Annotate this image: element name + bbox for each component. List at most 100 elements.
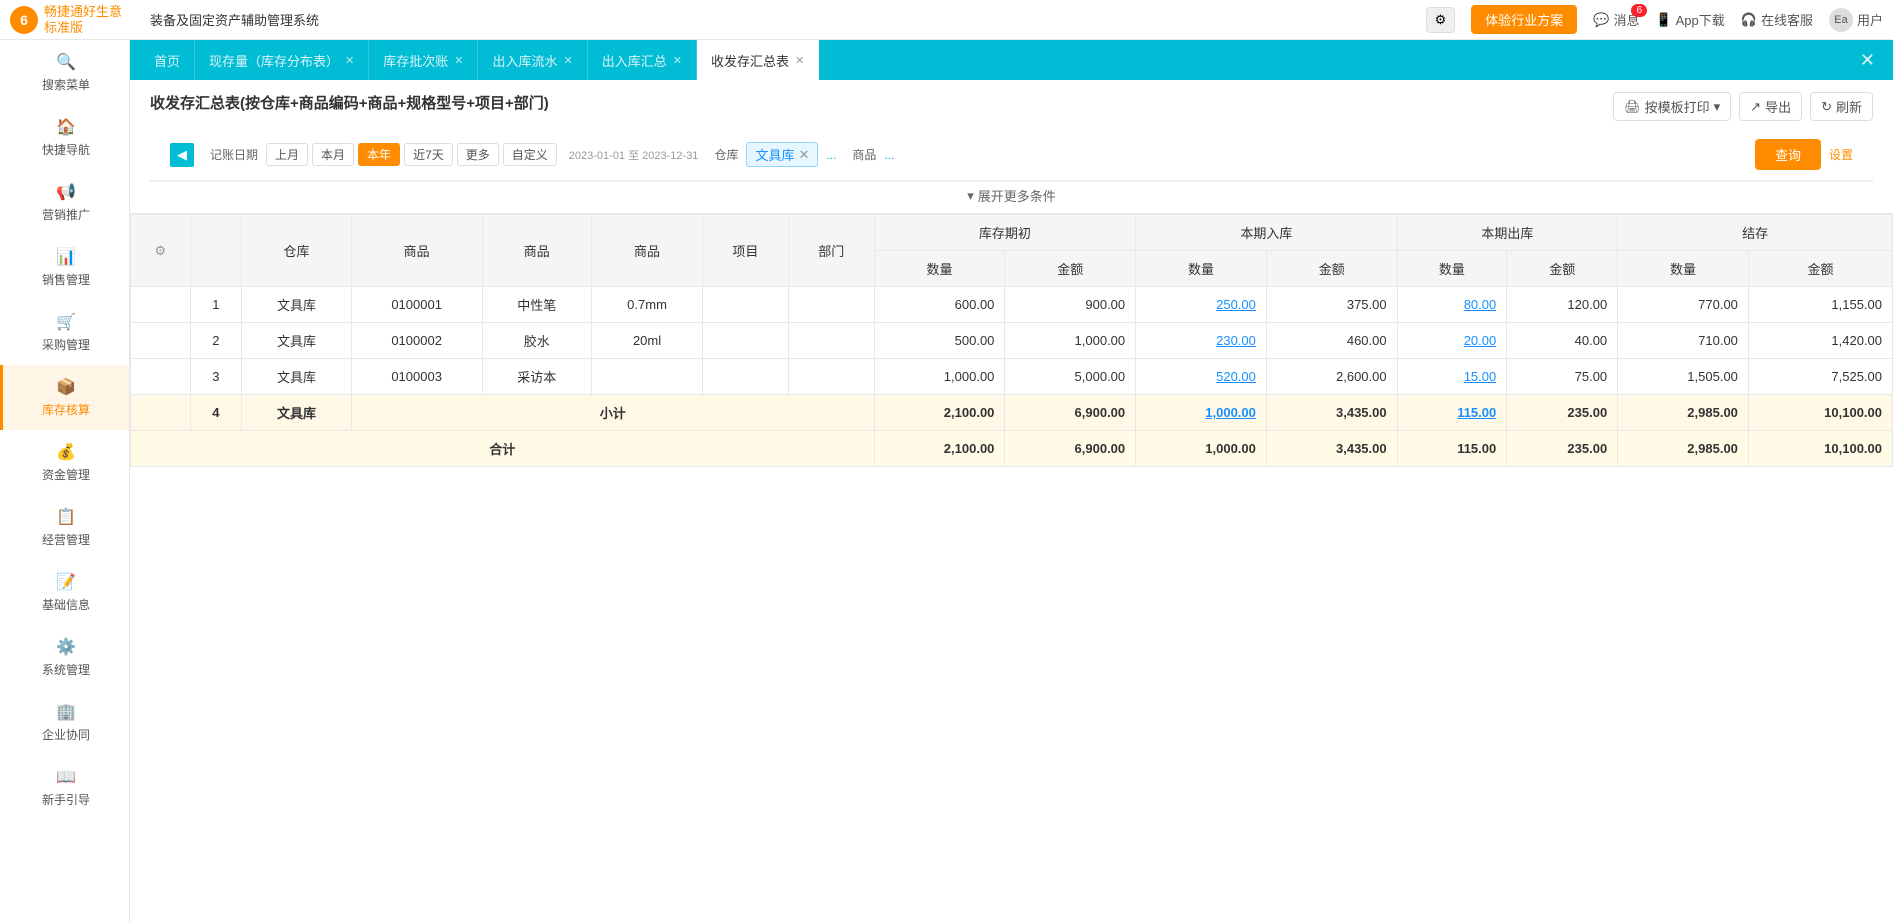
- top-bar: 6 畅捷通好生意 标准版 装备及固定资产辅助管理系统 ⚙ 体验行业方案 💬 消息…: [0, 0, 1893, 40]
- row-out-amount: 120.00: [1507, 287, 1618, 323]
- print-btn[interactable]: 🖨 按模板打印 ▾: [1613, 92, 1731, 121]
- date-btn-custom[interactable]: 自定义: [503, 143, 557, 166]
- row-goods-code: 0100001: [351, 287, 482, 323]
- warehouse-more-btn[interactable]: ...: [826, 148, 836, 162]
- sidebar-item-operations[interactable]: 📋 经营管理: [0, 495, 129, 560]
- tab-batch-account-close[interactable]: ✕: [454, 54, 463, 67]
- expand-icon: ▾: [967, 188, 974, 204]
- goods-label: 商品: [852, 146, 876, 163]
- subtotal-out-qty[interactable]: 115.00: [1397, 395, 1507, 431]
- online-service-btn[interactable]: 🎧 在线客服: [1741, 10, 1813, 29]
- purchase-icon: 🛒: [56, 312, 76, 332]
- filter-toggle-btn[interactable]: ◀: [170, 143, 194, 167]
- sidebar-item-guide[interactable]: 📖 新手引导: [0, 755, 129, 820]
- col-goods-spec: 商品: [592, 215, 703, 287]
- row-out-qty[interactable]: 80.00: [1397, 287, 1507, 323]
- row-project: [702, 323, 788, 359]
- sidebar-item-marketing[interactable]: 📢 营销推广: [0, 170, 129, 235]
- col-settings[interactable]: ⚙: [131, 215, 191, 287]
- row-out-amount: 75.00: [1507, 359, 1618, 395]
- sidebar-item-basic-info[interactable]: 📝 基础信息: [0, 560, 129, 625]
- row-goods-code: 0100002: [351, 323, 482, 359]
- goods-more-btn[interactable]: ...: [884, 148, 894, 162]
- close-all-tabs-btn[interactable]: ✕: [1852, 50, 1883, 71]
- sidebar-item-finance[interactable]: 💰 资金管理: [0, 430, 129, 495]
- tab-summary-close[interactable]: ✕: [673, 54, 682, 67]
- row-opening-qty: 500.00: [874, 323, 1005, 359]
- expand-conditions-btn[interactable]: ▾ 展开更多条件: [150, 181, 1873, 213]
- page-toolbar: 🖨 按模板打印 ▾ ↗ 导出 ↻ 刷新: [1613, 92, 1873, 121]
- col-opening-group: 库存期初: [874, 215, 1135, 251]
- chevron-down-icon: ▾: [1714, 99, 1721, 115]
- row-project: [702, 359, 788, 395]
- logo-text: 畅捷通好生意 标准版: [44, 4, 122, 35]
- sidebar-item-inventory-label: 库存核算: [42, 401, 90, 418]
- sidebar-item-search[interactable]: 🔍 搜索菜单: [0, 40, 129, 105]
- row-out-qty[interactable]: 20.00: [1397, 323, 1507, 359]
- row-warehouse: 文具库: [242, 323, 352, 359]
- sidebar-item-enterprise[interactable]: 🏢 企业协同: [0, 690, 129, 755]
- row-in-qty[interactable]: 250.00: [1136, 287, 1267, 323]
- tab-flow-close[interactable]: ✕: [564, 54, 573, 67]
- date-btn-this-month[interactable]: 本月: [312, 143, 354, 166]
- tab-receive-summary[interactable]: 收发存汇总表 ✕: [697, 40, 819, 80]
- sidebar-item-inventory[interactable]: 📦 库存核算: [0, 365, 129, 430]
- user-btn[interactable]: Ea 用户: [1829, 8, 1883, 32]
- row-settings: [131, 287, 191, 323]
- row-closing-amount: 1,420.00: [1748, 323, 1892, 359]
- tab-receive-summary-close[interactable]: ✕: [795, 54, 804, 67]
- row-goods-name: 采访本: [482, 359, 592, 395]
- settings-icon-btn[interactable]: ⚙: [1426, 7, 1456, 33]
- enterprise-icon: 🏢: [56, 702, 76, 722]
- tab-inventory-dist-close[interactable]: ✕: [345, 54, 354, 67]
- subtotal-num: 4: [190, 395, 242, 431]
- row-in-qty[interactable]: 520.00: [1136, 359, 1267, 395]
- sidebar-item-system[interactable]: ⚙️ 系统管理: [0, 625, 129, 690]
- system-icon: ⚙️: [56, 637, 76, 657]
- date-btn-last-month[interactable]: 上月: [266, 143, 308, 166]
- row-goods-spec: 20ml: [592, 323, 703, 359]
- row-out-qty[interactable]: 15.00: [1397, 359, 1507, 395]
- tab-inventory-dist[interactable]: 现存量（库存分布表） ✕: [195, 40, 369, 80]
- app-download-btn[interactable]: 📱 App下载: [1655, 10, 1724, 29]
- sidebar-item-purchase[interactable]: 🛒 采购管理: [0, 300, 129, 365]
- sidebar-item-quick-nav[interactable]: 🏠 快捷导航: [0, 105, 129, 170]
- row-closing-qty: 1,505.00: [1618, 359, 1749, 395]
- warehouse-tag-remove[interactable]: ✕: [798, 147, 809, 163]
- date-range-display: 2023-01-01 至 2023-12-31: [569, 147, 699, 163]
- date-btn-more[interactable]: 更多: [457, 143, 499, 166]
- message-badge: 6: [1631, 4, 1647, 17]
- tab-batch-account[interactable]: 库存批次账 ✕: [369, 40, 478, 80]
- date-btn-7days[interactable]: 近7天: [404, 143, 453, 166]
- sidebar-item-basic-info-label: 基础信息: [42, 596, 90, 613]
- date-btn-this-year[interactable]: 本年: [358, 143, 400, 166]
- row-warehouse: 文具库: [242, 287, 352, 323]
- top-actions: ⚙ 体验行业方案 💬 消息 6 📱 App下载 🎧 在线客服 Ea 用户: [1426, 5, 1883, 34]
- export-btn[interactable]: ↗ 导出: [1739, 92, 1802, 121]
- settings-link[interactable]: 设置: [1829, 146, 1853, 163]
- refresh-btn[interactable]: ↻ 刷新: [1810, 92, 1873, 121]
- total-closing-qty: 2,985.00: [1618, 431, 1749, 467]
- tab-flow[interactable]: 出入库流水 ✕: [478, 40, 587, 80]
- tab-inventory-dist-label: 现存量（库存分布表）: [209, 51, 339, 70]
- row-in-amount: 460.00: [1266, 323, 1397, 359]
- query-btn[interactable]: 查询: [1755, 139, 1821, 170]
- sidebar-item-system-label: 系统管理: [42, 661, 90, 678]
- row-in-qty[interactable]: 230.00: [1136, 323, 1267, 359]
- tab-bar: 首页 现存量（库存分布表） ✕ 库存批次账 ✕ 出入库流水 ✕ 出入库汇总 ✕ …: [130, 40, 1893, 80]
- sidebar-item-sales[interactable]: 📊 销售管理: [0, 235, 129, 300]
- row-goods-spec: 0.7mm: [592, 287, 703, 323]
- col-project: 项目: [702, 215, 788, 287]
- trial-button[interactable]: 体验行业方案: [1471, 5, 1577, 34]
- tab-home[interactable]: 首页: [140, 40, 195, 80]
- subtotal-out-amount: 235.00: [1507, 395, 1618, 431]
- guide-icon: 📖: [56, 767, 76, 787]
- row-opening-amount: 900.00: [1005, 287, 1136, 323]
- subtotal-in-qty[interactable]: 1,000.00: [1136, 395, 1267, 431]
- sidebar-item-enterprise-label: 企业协同: [42, 726, 90, 743]
- row-department: [788, 323, 874, 359]
- tab-summary[interactable]: 出入库汇总 ✕: [588, 40, 697, 80]
- message-btn[interactable]: 💬 消息 6: [1593, 10, 1639, 29]
- row-project: [702, 287, 788, 323]
- page-content: 收发存汇总表(按仓库+商品编码+商品+规格型号+项目+部门) 🖨 按模板打印 ▾…: [130, 80, 1893, 923]
